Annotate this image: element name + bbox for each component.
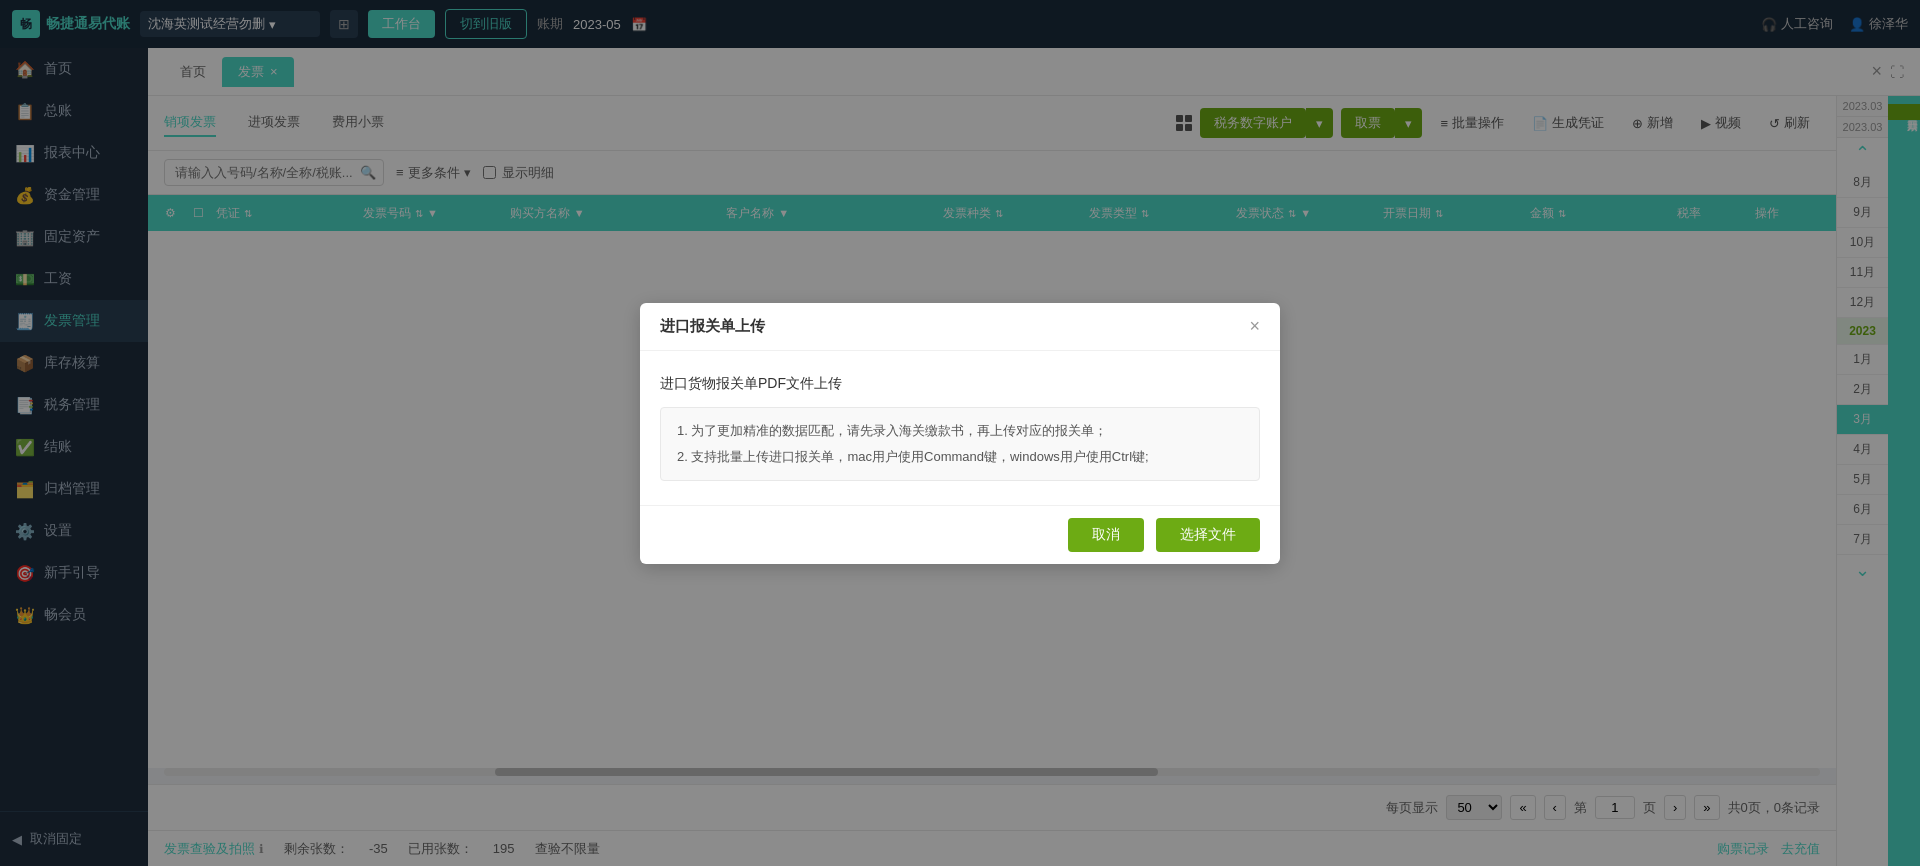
modal-instruction-2: 2. 支持批量上传进口报关单，mac用户使用Command键，windows用户… — [677, 448, 1243, 466]
modal-info-box: 1. 为了更加精准的数据匹配，请先录入海关缴款书，再上传对应的报关单； 2. 支… — [660, 407, 1260, 481]
modal-instruction-1: 1. 为了更加精准的数据匹配，请先录入海关缴款书，再上传对应的报关单； — [677, 422, 1243, 440]
modal-footer: 取消 选择文件 — [640, 505, 1280, 564]
modal-cancel-button[interactable]: 取消 — [1068, 518, 1144, 552]
instruction-text-2: 2. 支持批量上传进口报关单，mac用户使用Command键，windows用户… — [677, 448, 1149, 466]
instruction-text-1: 1. 为了更加精准的数据匹配，请先录入海关缴款书，再上传对应的报关单； — [677, 422, 1107, 440]
modal-body: 进口货物报关单PDF文件上传 1. 为了更加精准的数据匹配，请先录入海关缴款书，… — [640, 351, 1280, 505]
modal-section-title: 进口货物报关单PDF文件上传 — [660, 375, 1260, 393]
modal-close-button[interactable]: × — [1249, 317, 1260, 335]
import-customs-modal: 进口报关单上传 × 进口货物报关单PDF文件上传 1. 为了更加精准的数据匹配，… — [640, 303, 1280, 564]
modal-select-file-button[interactable]: 选择文件 — [1156, 518, 1260, 552]
modal-overlay[interactable]: 进口报关单上传 × 进口货物报关单PDF文件上传 1. 为了更加精准的数据匹配，… — [0, 0, 1920, 866]
modal-header: 进口报关单上传 × — [640, 303, 1280, 351]
modal-title: 进口报关单上传 — [660, 317, 765, 336]
